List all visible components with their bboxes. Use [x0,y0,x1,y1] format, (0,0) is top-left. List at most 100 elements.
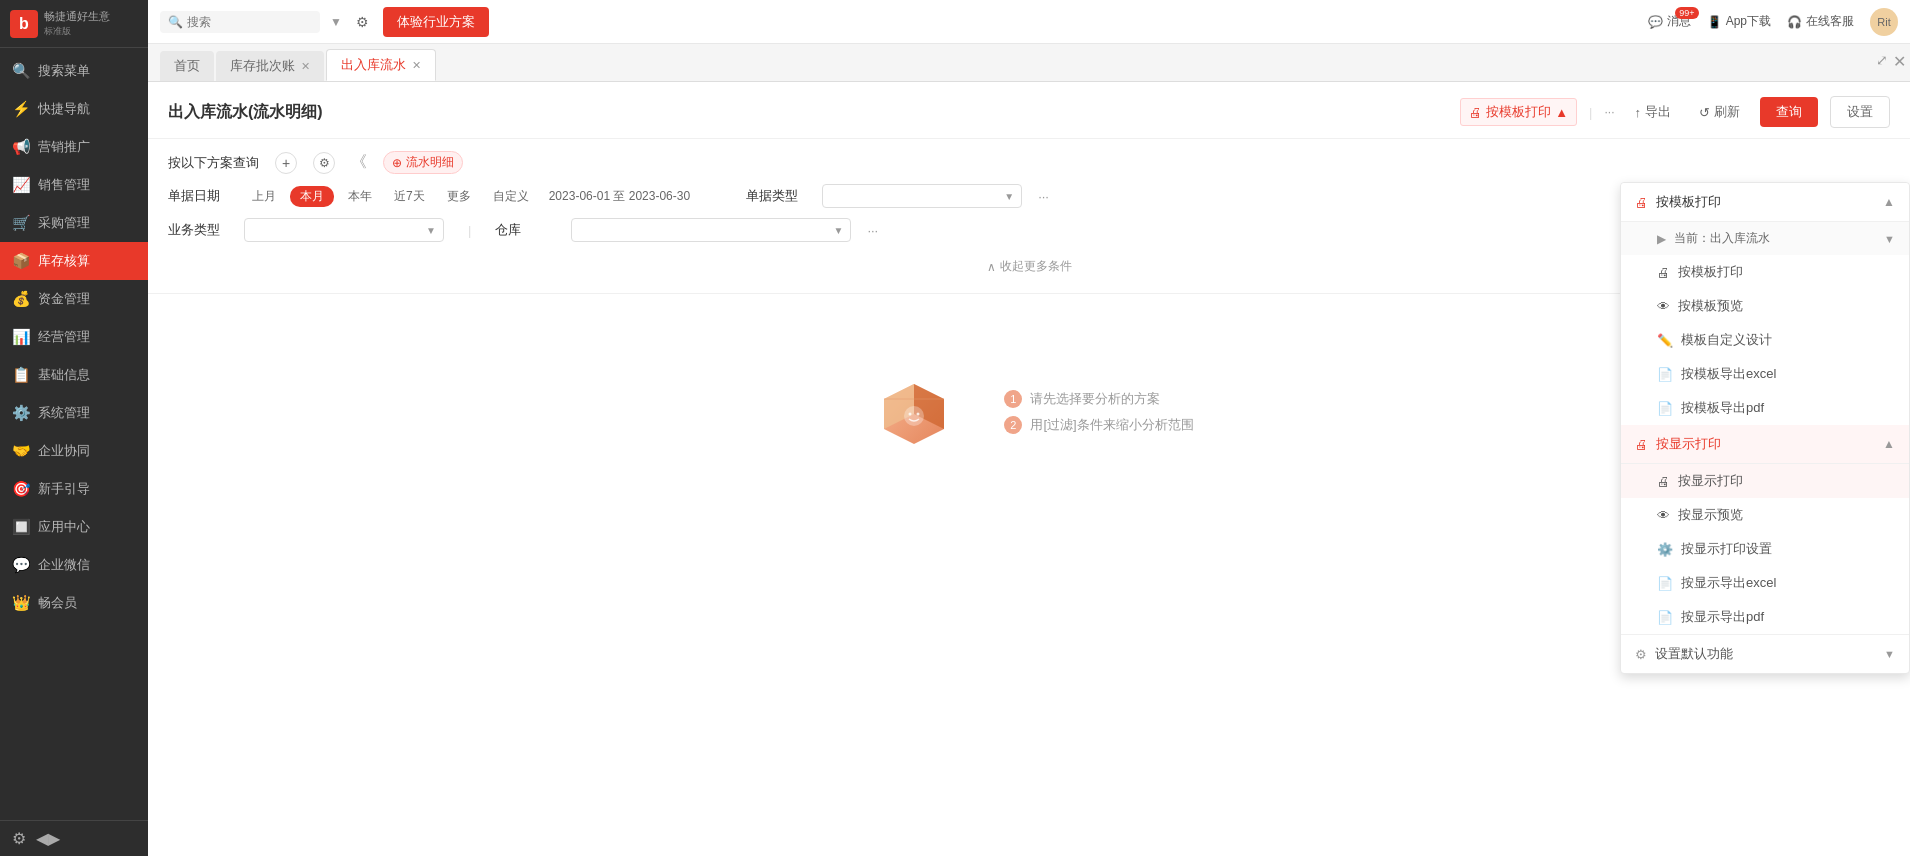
filter-collapse-button[interactable]: 《 [351,152,367,173]
filter-add-button[interactable]: + [275,152,297,174]
display-section-arrow: ▲ [1883,437,1895,451]
date-this-year[interactable]: 本年 [340,186,380,207]
date-this-month[interactable]: 本月 [290,186,334,207]
sidebar-item-basic[interactable]: 📋 基础信息 [0,356,148,394]
type-filter-select[interactable] [822,184,1022,208]
biz-filter-select[interactable] [244,218,444,242]
topbar-chevron-icon[interactable]: ▼ [330,15,342,29]
template-print-section-label: 🖨 按模板打印 [1635,193,1721,211]
template-export-excel-item[interactable]: 📄 按模板导出excel [1621,357,1909,391]
display-export-excel-item[interactable]: 📄 按显示导出excel [1621,566,1909,600]
filter-tag-label: 流水明细 [406,154,454,171]
warehouse-filter-select[interactable] [571,218,851,242]
date-7days[interactable]: 近7天 [386,186,433,207]
display-export-excel-label: 按显示导出excel [1681,574,1776,592]
print-icon: 🖨 [1469,105,1482,120]
template-print-item[interactable]: 🖨 按模板打印 [1621,255,1909,289]
export-button[interactable]: ↑ 导出 [1627,99,1680,125]
display-export-pdf-item[interactable]: 📄 按显示导出pdf [1621,600,1909,634]
tab-expand-icon[interactable]: ⤢ [1876,52,1888,68]
display-preview-icon: 👁 [1657,508,1670,523]
main-content: 🔍 ▼ ⚙ 体验行业方案 💬 消息 99+ 📱 App下载 🎧 在线客服 Rit [148,0,1910,856]
sidebar-item-enterprise[interactable]: 🤝 企业协同 [0,432,148,470]
template-pdf-icon: 📄 [1657,401,1673,416]
topbar-search[interactable]: 🔍 [160,11,320,33]
tab-flow[interactable]: 出入库流水 ✕ [326,49,436,81]
more-actions-icon[interactable]: ··· [1604,105,1614,119]
sidebar-item-guide[interactable]: 🎯 新手引导 [0,470,148,508]
sidebar-item-inventory[interactable]: 📦 库存核算 [0,242,148,280]
search-input[interactable] [187,15,287,29]
marketing-icon: 📢 [12,138,30,156]
user-avatar[interactable]: Rit [1870,8,1898,36]
app-download-button[interactable]: 📱 App下载 [1707,13,1771,30]
sidebar-item-marketing[interactable]: 📢 营销推广 [0,128,148,166]
template-preview-icon: 👁 [1657,299,1670,314]
tab-home[interactable]: 首页 [160,51,214,81]
print-header-icon: 🖨 [1635,195,1648,210]
template-preview-item[interactable]: 👁 按模板预览 [1621,289,1909,323]
tab-flow-close-icon[interactable]: ✕ [412,59,421,72]
sidebar-item-shortcut[interactable]: ⚡ 快捷导航 [0,90,148,128]
message-button[interactable]: 💬 消息 99+ [1648,13,1691,30]
print-template-button[interactable]: 🖨 按模板打印 ▲ [1460,98,1577,126]
date-more[interactable]: 更多 [439,186,479,207]
sidebar-item-shortcut-label: 快捷导航 [38,100,90,118]
display-print-section-header[interactable]: 🖨 按显示打印 ▲ [1621,425,1909,464]
sidebar-item-search-label: 搜索菜单 [38,62,90,80]
type-more-icon[interactable]: ··· [1038,189,1049,204]
sidebar-item-wechat[interactable]: 💬 企业微信 [0,546,148,584]
template-design-item[interactable]: ✏️ 模板自定义设计 [1621,323,1909,357]
message-badge: 99+ [1675,7,1698,19]
template-export-pdf-item[interactable]: 📄 按模板导出pdf [1621,391,1909,425]
tab-batch-close-icon[interactable]: ✕ [301,60,310,73]
sidebar-item-operations[interactable]: 📊 经营管理 [0,318,148,356]
display-print-icon: 🖨 [1657,474,1670,489]
date-range-display: 2023-06-01 至 2023-06-30 [549,188,690,205]
print-dropdown-icon[interactable]: ▲ [1555,105,1568,120]
finance-icon: 💰 [12,290,30,308]
active-filter-tag[interactable]: ⊕ 流水明细 [383,151,463,174]
sidebar-item-finance[interactable]: 💰 资金管理 [0,280,148,318]
dropdown-footer[interactable]: ⚙ 设置默认功能 ▼ [1621,634,1909,673]
footer-arrow: ▼ [1884,648,1895,660]
collapse-sidebar-icon[interactable]: ◀▶ [36,829,60,848]
sidebar-item-system[interactable]: ⚙️ 系统管理 [0,394,148,432]
sidebar-item-purchase[interactable]: 🛒 采购管理 [0,204,148,242]
filter-row-1: 按以下方案查询 + ⚙ 《 ⊕ 流水明细 [168,151,1890,174]
logo-badge: 标准版 [44,25,110,38]
tab-close-all-button[interactable]: ✕ [1893,52,1906,71]
sidebar-item-appstore[interactable]: 🔲 应用中心 [0,508,148,546]
template-print-section-header[interactable]: 🖨 按模板打印 ▲ [1621,183,1909,222]
type-filter-wrapper [822,184,1022,208]
basic-icon: 📋 [12,366,30,384]
settings-button[interactable]: 设置 [1830,96,1890,128]
display-print-settings-item[interactable]: ⚙️ 按显示打印设置 [1621,532,1909,566]
current-template-indicator: ▶ 当前：出入库流水 ▼ [1621,222,1909,255]
sidebar-item-enterprise-label: 企业协同 [38,442,90,460]
query-button[interactable]: 查询 [1760,97,1818,127]
filter-config-button[interactable]: ⚙ [313,152,335,174]
tab-batch[interactable]: 库存批次账 ✕ [216,51,324,81]
sidebar-item-wechat-label: 企业微信 [38,556,90,574]
current-template-label: 当前：出入库流水 [1674,230,1770,247]
refresh-button[interactable]: ↺ 刷新 [1691,99,1748,125]
warehouse-more-icon[interactable]: ··· [867,223,878,238]
date-custom[interactable]: 自定义 [485,186,537,207]
sidebar-item-search[interactable]: 🔍 搜索菜单 [0,52,148,90]
trial-button[interactable]: 体验行业方案 [383,7,489,37]
online-service-button[interactable]: 🎧 在线客服 [1787,13,1854,30]
settings-icon[interactable]: ⚙ [12,829,26,848]
sidebar-item-member[interactable]: 👑 畅会员 [0,584,148,622]
page-content: 出入库流水(流水明细) 🖨 按模板打印 ▲ | ··· ↑ 导出 ↺ 刷新 查询 [148,82,1910,856]
display-preview-item[interactable]: 👁 按显示预览 [1621,498,1909,532]
svg-point-5 [909,413,912,416]
sidebar-item-sales[interactable]: 📈 销售管理 [0,166,148,204]
display-print-item[interactable]: 🖨 按显示打印 [1621,464,1909,498]
topbar-gear-icon[interactable]: ⚙ [356,14,369,30]
sidebar-item-operations-label: 经营管理 [38,328,90,346]
date-last-month[interactable]: 上月 [244,186,284,207]
user-name: Rit [1877,16,1890,28]
service-icon: 🎧 [1787,15,1802,29]
enterprise-icon: 🤝 [12,442,30,460]
